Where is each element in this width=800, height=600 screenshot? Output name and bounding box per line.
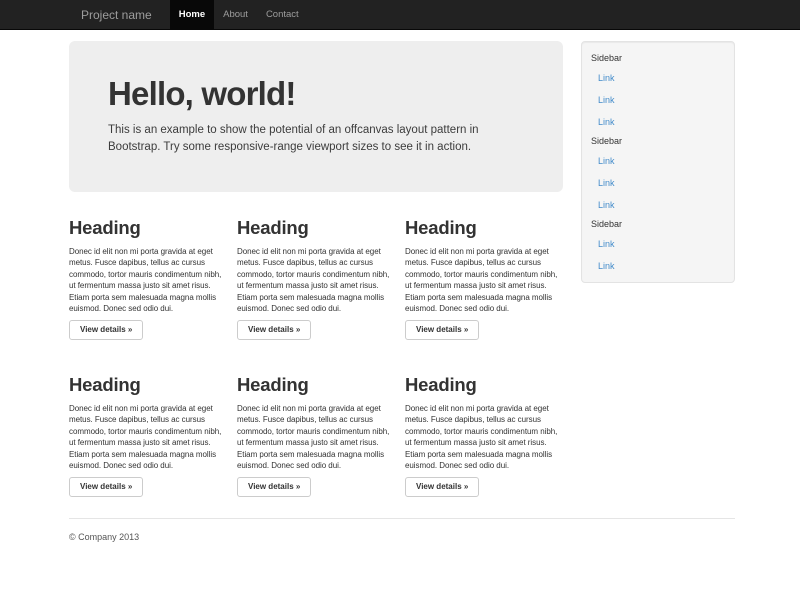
sidebar-link[interactable]: Link [582,255,734,277]
card-4: Heading Donec id elit non mi porta gravi… [69,351,227,508]
sidebar-group-header: Sidebar [582,133,734,150]
sidebar-link[interactable]: Link [582,111,734,133]
card-3: Heading Donec id elit non mi porta gravi… [405,194,563,351]
sidebar-nav-list: Sidebar Link Link Link Sidebar Link Link… [582,50,734,277]
nav-item-home[interactable]: Home [170,0,214,29]
nav-item-contact[interactable]: Contact [257,0,308,29]
card-5: Heading Donec id elit non mi porta gravi… [237,351,395,508]
card-heading: Heading [405,218,563,238]
card-body-text: Donec id elit non mi porta gravida at eg… [237,246,395,314]
cards-grid: Heading Donec id elit non mi porta gravi… [69,194,563,508]
card-heading: Heading [69,375,227,395]
card-body-text: Donec id elit non mi porta gravida at eg… [69,403,227,471]
navbar: Project name Home About Contact [0,0,800,30]
card-body-text: Donec id elit non mi porta gravida at eg… [237,403,395,471]
view-details-button[interactable]: View details » [69,320,143,340]
jumbotron-description: This is an example to show the potential… [108,122,523,156]
card-1: Heading Donec id elit non mi porta gravi… [69,194,227,351]
sidebar-link[interactable]: Link [582,67,734,89]
footer: © Company 2013 [69,518,735,542]
footer-divider [69,518,735,519]
sidebar-link[interactable]: Link [582,172,734,194]
sidebar-link[interactable]: Link [582,150,734,172]
jumbotron-description-line-1: This is an example to show the potential… [108,122,523,139]
view-details-button[interactable]: View details » [69,477,143,497]
view-details-button[interactable]: View details » [405,320,479,340]
card-heading: Heading [69,218,227,238]
sidebar-group-header: Sidebar [582,216,734,233]
jumbotron: Hello, world! This is an example to show… [69,41,563,192]
card-body-text: Donec id elit non mi porta gravida at eg… [405,403,563,471]
navbar-nav: Home About Contact [170,0,308,29]
navbar-brand[interactable]: Project name [69,0,162,29]
sidebar-well: Sidebar Link Link Link Sidebar Link Link… [581,41,735,283]
view-details-button[interactable]: View details » [237,320,311,340]
sidebar-link[interactable]: Link [582,89,734,111]
sidebar: Sidebar Link Link Link Sidebar Link Link… [581,41,735,508]
card-heading: Heading [405,375,563,395]
content-area: Hello, world! This is an example to show… [0,30,800,508]
sidebar-group-header: Sidebar [582,50,734,67]
view-details-button[interactable]: View details » [405,477,479,497]
card-body-text: Donec id elit non mi porta gravida at eg… [69,246,227,314]
sidebar-link[interactable]: Link [582,194,734,216]
sidebar-link[interactable]: Link [582,233,734,255]
nav-item-about[interactable]: About [214,0,257,29]
view-details-button[interactable]: View details » [237,477,311,497]
card-6: Heading Donec id elit non mi porta gravi… [405,351,563,508]
card-heading: Heading [237,375,395,395]
card-body-text: Donec id elit non mi porta gravida at eg… [405,246,563,314]
jumbotron-title: Hello, world! [108,77,523,110]
card-2: Heading Donec id elit non mi porta gravi… [237,194,395,351]
jumbotron-description-line-2: Bootstrap. Try some responsive-range vie… [108,139,523,156]
main-column: Hello, world! This is an example to show… [69,41,563,508]
card-heading: Heading [237,218,395,238]
copyright-text: © Company 2013 [69,532,735,542]
